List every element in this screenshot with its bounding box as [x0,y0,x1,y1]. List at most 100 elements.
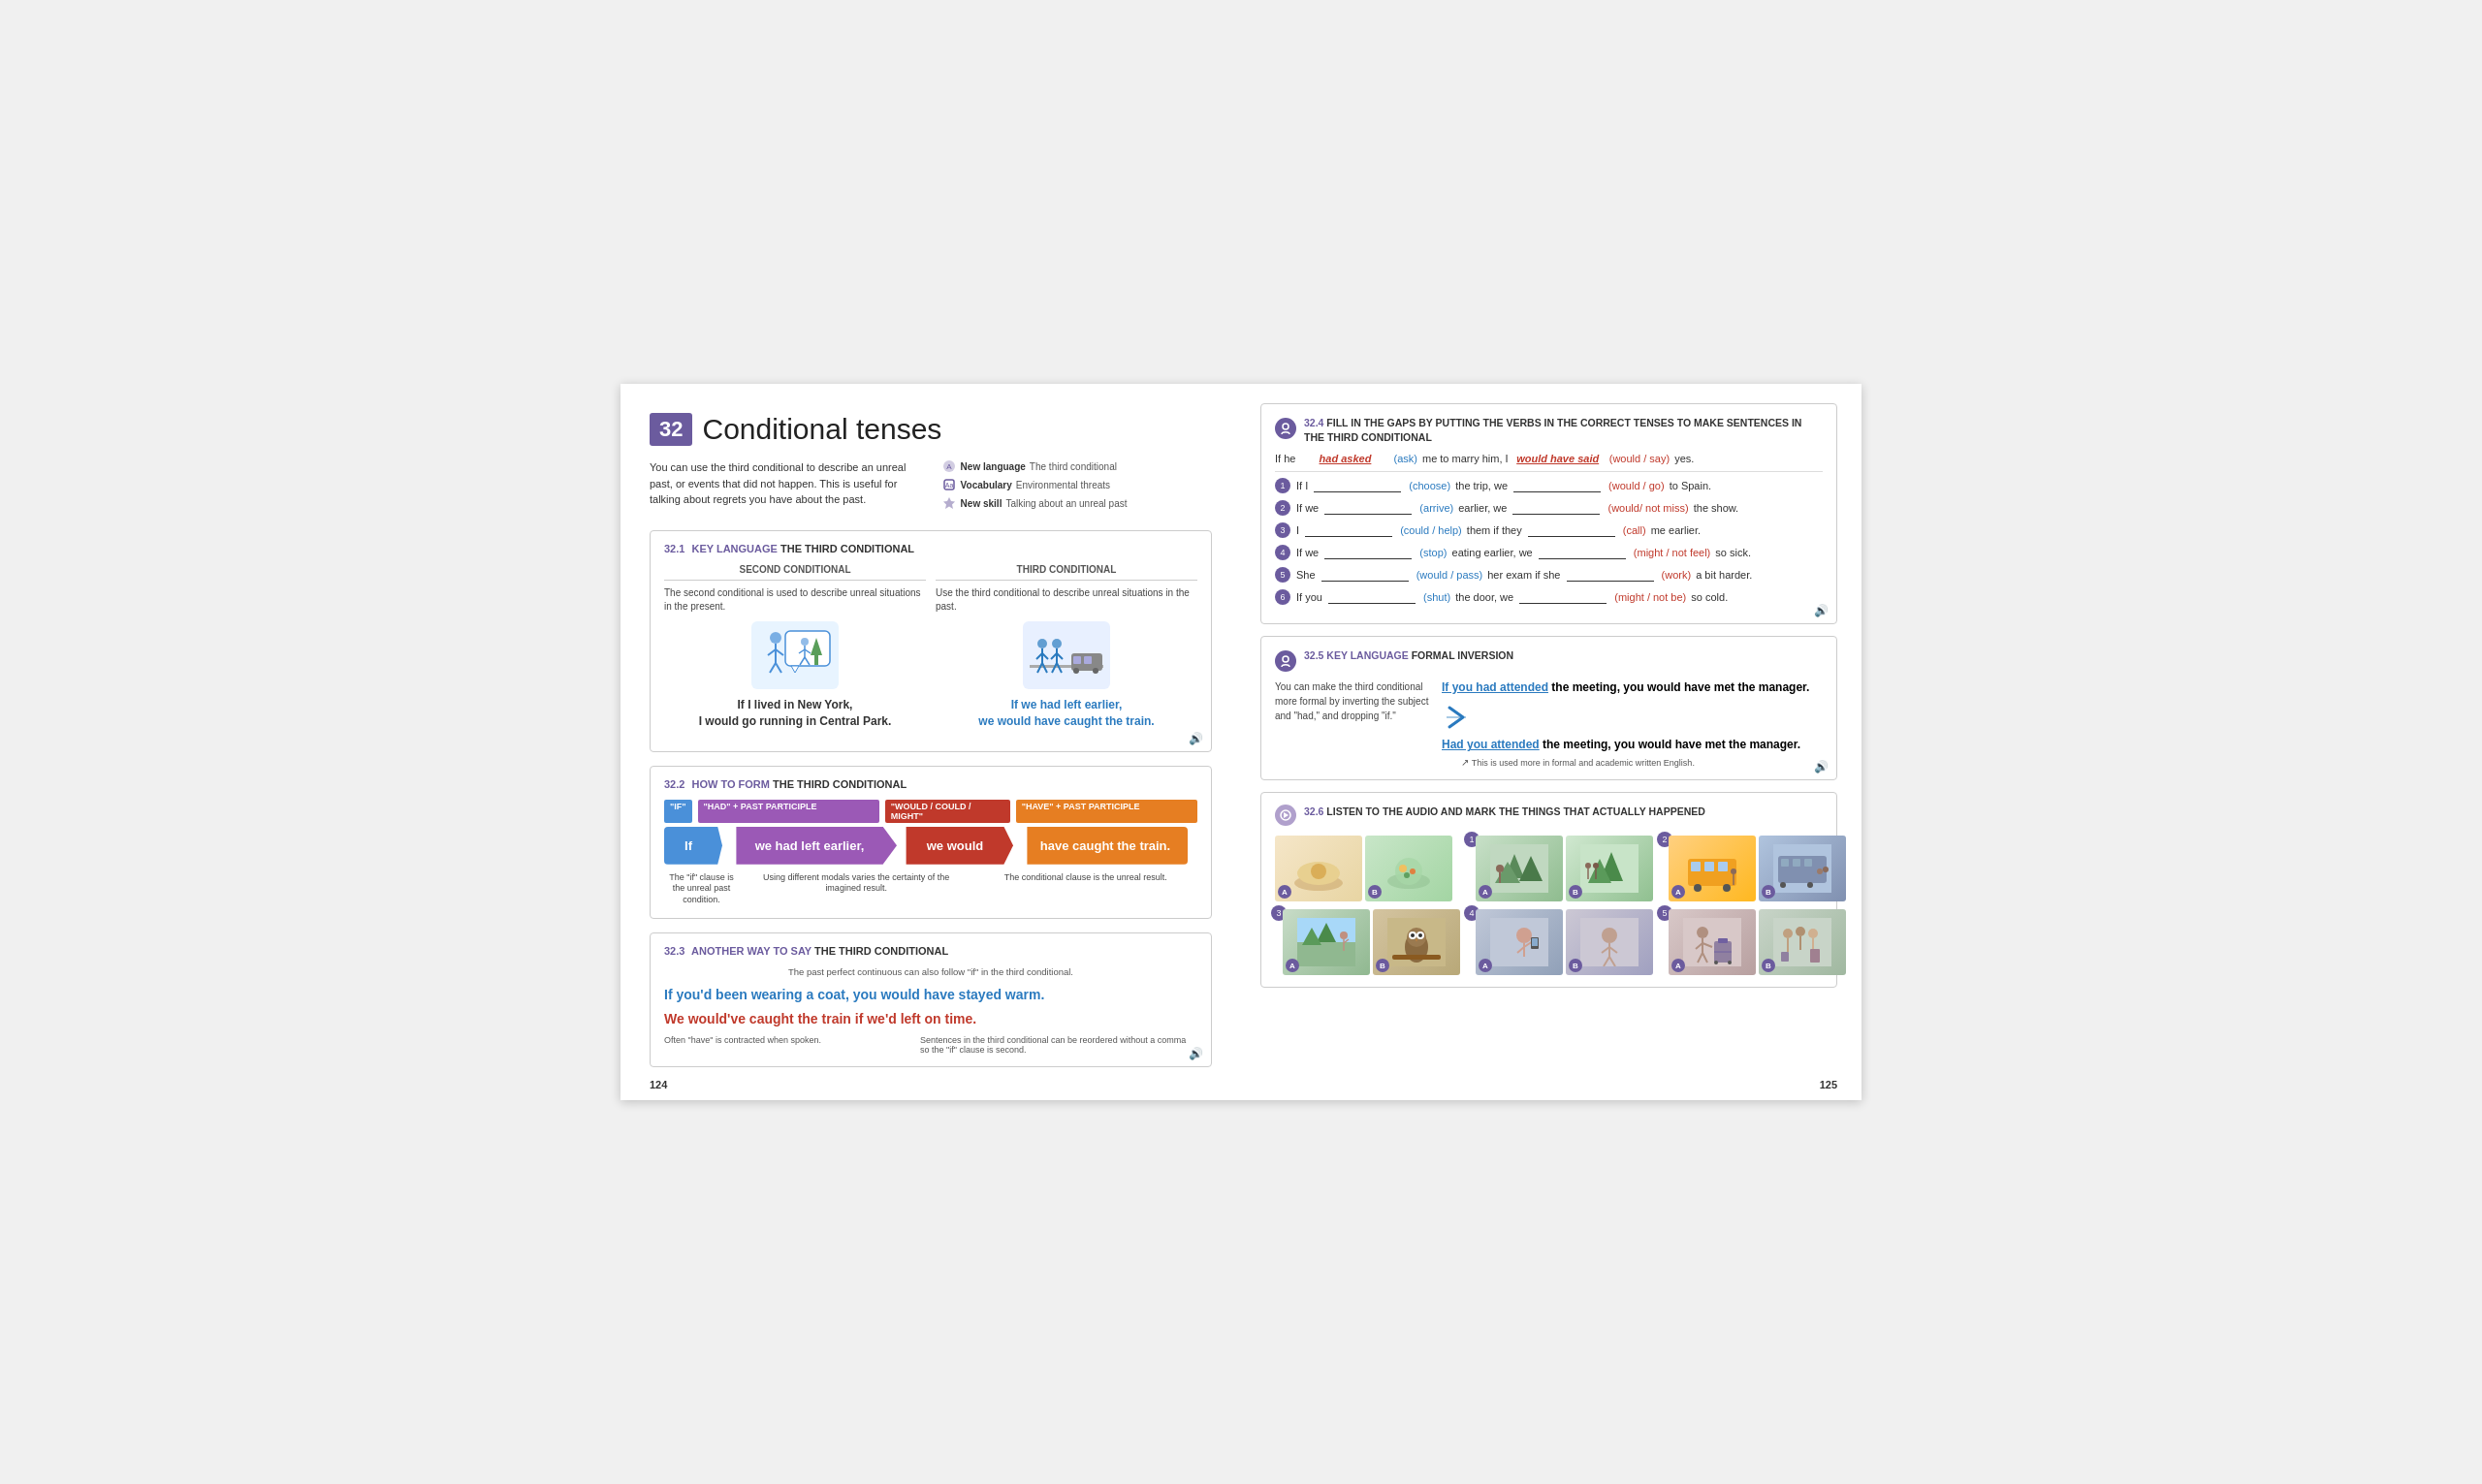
label-would: "WOULD / COULD / MIGHT" [885,800,1010,823]
svg-point-60 [1585,863,1591,868]
svg-point-124 [1783,929,1793,938]
audio-icon-34[interactable]: 🔊 [1814,604,1829,617]
svg-rect-24 [1084,656,1092,664]
svg-point-25 [1073,668,1079,674]
audio-icon-35[interactable]: 🔊 [1814,760,1829,774]
image-0b: B [1365,836,1452,901]
image-2a: A [1669,836,1756,901]
intro-section: You can use the third conditional to des… [650,459,1212,515]
lesson-title: Conditional tenses [702,413,941,446]
new-language-value: The third conditional [1030,461,1117,472]
svg-marker-42 [1284,812,1289,818]
label-4a: A [1479,959,1492,972]
svg-rect-76 [1804,859,1812,867]
lesson-number: 32 [650,413,692,446]
left-page: 32 Conditional tenses You can use the th… [620,384,1241,1100]
example-answer1: had asked [1301,453,1388,464]
image-1b: B [1566,836,1653,901]
label-1b: B [1569,885,1582,899]
svg-point-62 [1593,863,1599,868]
fill-num-6: 6 [1275,589,1290,605]
section-32-5: 32.5 KEY LANGUAGE FORMAL INVERSION You c… [1260,636,1837,781]
svg-point-94 [1418,933,1422,937]
third-conditional-col: THIRD CONDITIONAL Use the third conditio… [936,564,1197,730]
svg-text:Aa: Aa [944,482,953,489]
inversion-note: ↗ This is used more in formal and academ… [1461,757,1823,768]
new-skill-icon [942,496,956,510]
rs-header-34: 32.4 FILL IN THE GAPS BY PUTTING THE VER… [1275,416,1823,444]
page-header: 32 Conditional tenses [650,413,1212,446]
inversion-arrow [1442,703,1471,732]
image-3a: A [1283,909,1370,975]
audio-icon-33[interactable]: 🔊 [1189,1047,1203,1060]
audio-icon-31[interactable]: 🔊 [1189,732,1203,745]
fill-num-5: 5 [1275,567,1290,583]
blank-5b [1567,568,1654,582]
fill-num-1: 1 [1275,478,1290,493]
caption-second: If I lived in New York,I would go runnin… [664,697,926,730]
fill-row-5: 5 She (would / pass) her exam if she (wo… [1275,567,1823,583]
svg-point-50 [1404,872,1410,878]
label-4b: B [1569,959,1582,972]
svg-rect-74 [1781,859,1789,867]
svg-point-68 [1694,884,1702,892]
svg-point-26 [1093,668,1098,674]
svg-point-85 [1340,931,1348,939]
caption-third: If we had left earlier,we would have cau… [936,697,1197,730]
svg-point-69 [1723,884,1731,892]
image-3b: B [1373,909,1460,975]
new-language-label: New language [961,461,1026,472]
svg-point-40 [1283,656,1289,662]
svg-text:A: A [946,462,952,471]
example-verb1: (ask) [1393,453,1416,464]
svg-point-122 [1728,961,1732,964]
inv-highlight-2: Had you attended [1442,738,1540,751]
fill-row-2: 2 If we (arrive) earlier, we (would/ not… [1275,500,1823,516]
rs-header-35: 32.5 KEY LANGUAGE FORMAL INVERSION [1275,648,1823,672]
form-notes: The "if" clause is the unreal past condi… [664,872,1197,906]
fill-num-4: 4 [1275,545,1290,560]
blank-6a [1328,590,1416,604]
image-4b: B [1566,909,1653,975]
section-32-1: 32.1 KEY LANGUAGE THE THIRD CONDITIONAL … [650,530,1212,752]
blank-5a [1321,568,1409,582]
svg-point-5 [770,632,781,644]
example-red: We would've caught the train if we'd lef… [664,1009,1197,1029]
svg-point-79 [1817,868,1823,874]
svg-point-126 [1796,927,1805,936]
page-number-right: 125 [1820,1079,1837,1090]
svg-rect-103 [1532,938,1538,946]
vocabulary-value: Environmental threats [1016,480,1110,490]
svg-rect-96 [1392,955,1441,960]
svg-point-39 [1283,424,1289,429]
example-row: If he had asked (ask) me to marry him, I… [1275,453,1823,464]
image-1a: A [1476,836,1563,901]
svg-point-55 [1496,865,1504,872]
example-verb2: (would / say) [1607,453,1670,464]
form-labels: "IF" "HAD" + PAST PARTICIPLE "WOULD / CO… [664,800,1197,823]
svg-marker-12 [791,666,799,673]
block-had: we had left earlier, [722,827,897,865]
note-top: The past perfect continuous can also fol… [664,966,1197,977]
image-2b: B [1759,836,1846,901]
svg-point-93 [1411,933,1415,937]
label-3b: B [1376,959,1389,972]
section-32-3: 32.3 ANOTHER WAY TO SAY THE THIRD CONDIT… [650,932,1212,1067]
fill-num-2: 2 [1275,500,1290,516]
svg-point-13 [801,638,809,646]
label-3a: A [1286,959,1299,972]
label-2a: A [1671,885,1685,899]
label-2b: B [1762,885,1775,899]
image-pair-0: A B [1275,836,1460,901]
label-5a: A [1671,959,1685,972]
second-conditional-header: SECOND CONDITIONAL [664,564,926,581]
svg-point-45 [1311,864,1326,879]
third-conditional-illustration [1023,621,1110,689]
vocabulary-label: Vocabulary [961,480,1012,490]
inversion-examples: If you had attended the meeting, you wou… [1442,679,1823,769]
blank-4b [1539,546,1626,559]
svg-point-49 [1410,868,1416,874]
label-5b: B [1762,959,1775,972]
second-conditional-col: SECOND CONDITIONAL The second conditiona… [664,564,926,730]
svg-rect-67 [1718,862,1728,871]
